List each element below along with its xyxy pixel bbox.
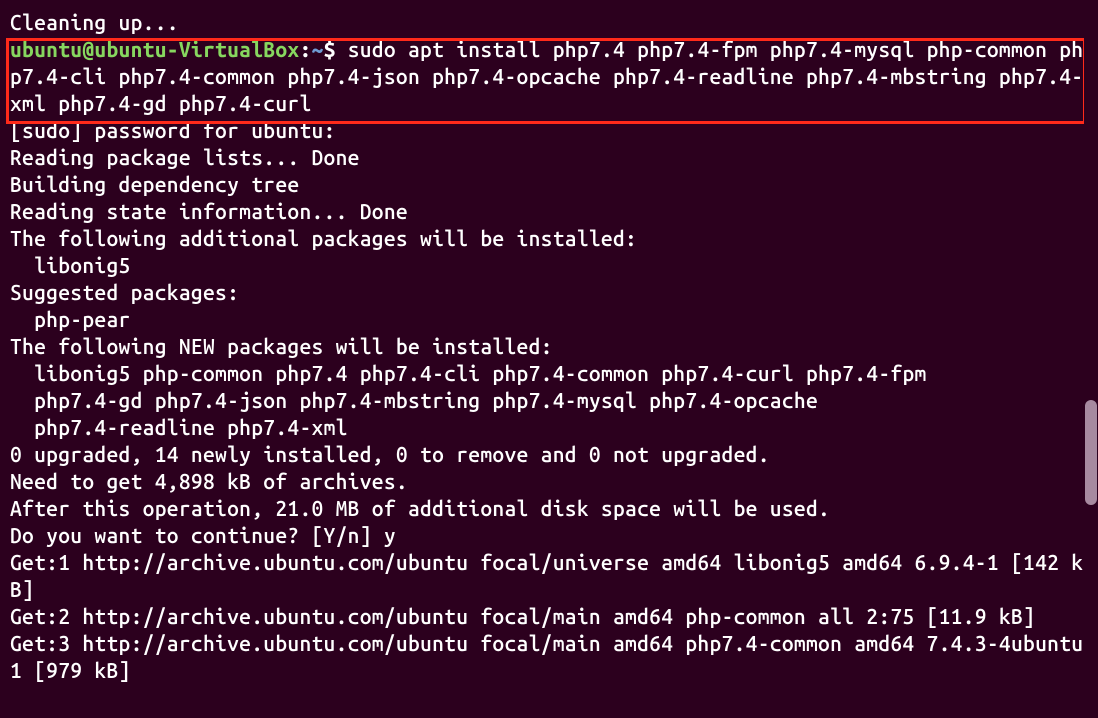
output-line: php-pear: [10, 307, 131, 331]
output-line: Reading package lists... Done: [10, 145, 360, 169]
prompt-user: ubuntu@ubuntu-VirtualBox: [10, 37, 299, 61]
output-line: Building dependency tree: [10, 172, 299, 196]
output-line: php7.4-readline php7.4-xml: [10, 415, 348, 439]
output-line: Get:1 http://archive.ubuntu.com/ubuntu f…: [10, 550, 1083, 601]
output-line: The following additional packages will b…: [10, 226, 637, 250]
prompt-path: ~: [312, 37, 324, 61]
output-line: Need to get 4,898 kB of archives.: [10, 469, 408, 493]
output-line: Get:3 http://archive.ubuntu.com/ubuntu f…: [10, 631, 1083, 682]
prompt-colon: :: [299, 37, 311, 61]
output-line: After this operation, 21.0 MB of additio…: [10, 496, 830, 520]
output-line: 0 upgraded, 14 newly installed, 0 to rem…: [10, 442, 770, 466]
scrollbar-thumb[interactable]: [1085, 400, 1097, 505]
output-line: Suggested packages:: [10, 280, 239, 304]
prompt-symbol: $: [324, 37, 336, 61]
terminal[interactable]: Cleaning up... ubuntu@ubuntu-VirtualBox:…: [10, 9, 1088, 684]
output-line: [sudo] password for ubuntu:: [10, 118, 336, 142]
output-line: Cleaning up...: [10, 10, 179, 34]
output-line: libonig5: [10, 253, 131, 277]
output-line: Get:2 http://archive.ubuntu.com/ubuntu f…: [10, 604, 1035, 628]
output-line: Do you want to continue? [Y/n] y: [10, 523, 396, 547]
output-line: libonig5 php-common php7.4 php7.4-cli ph…: [10, 361, 927, 385]
output-line: php7.4-gd php7.4-json php7.4-mbstring ph…: [10, 388, 818, 412]
output-line: The following NEW packages will be insta…: [10, 334, 553, 358]
scrollbar-track[interactable]: [1084, 0, 1098, 718]
output-line: Reading state information... Done: [10, 199, 408, 223]
